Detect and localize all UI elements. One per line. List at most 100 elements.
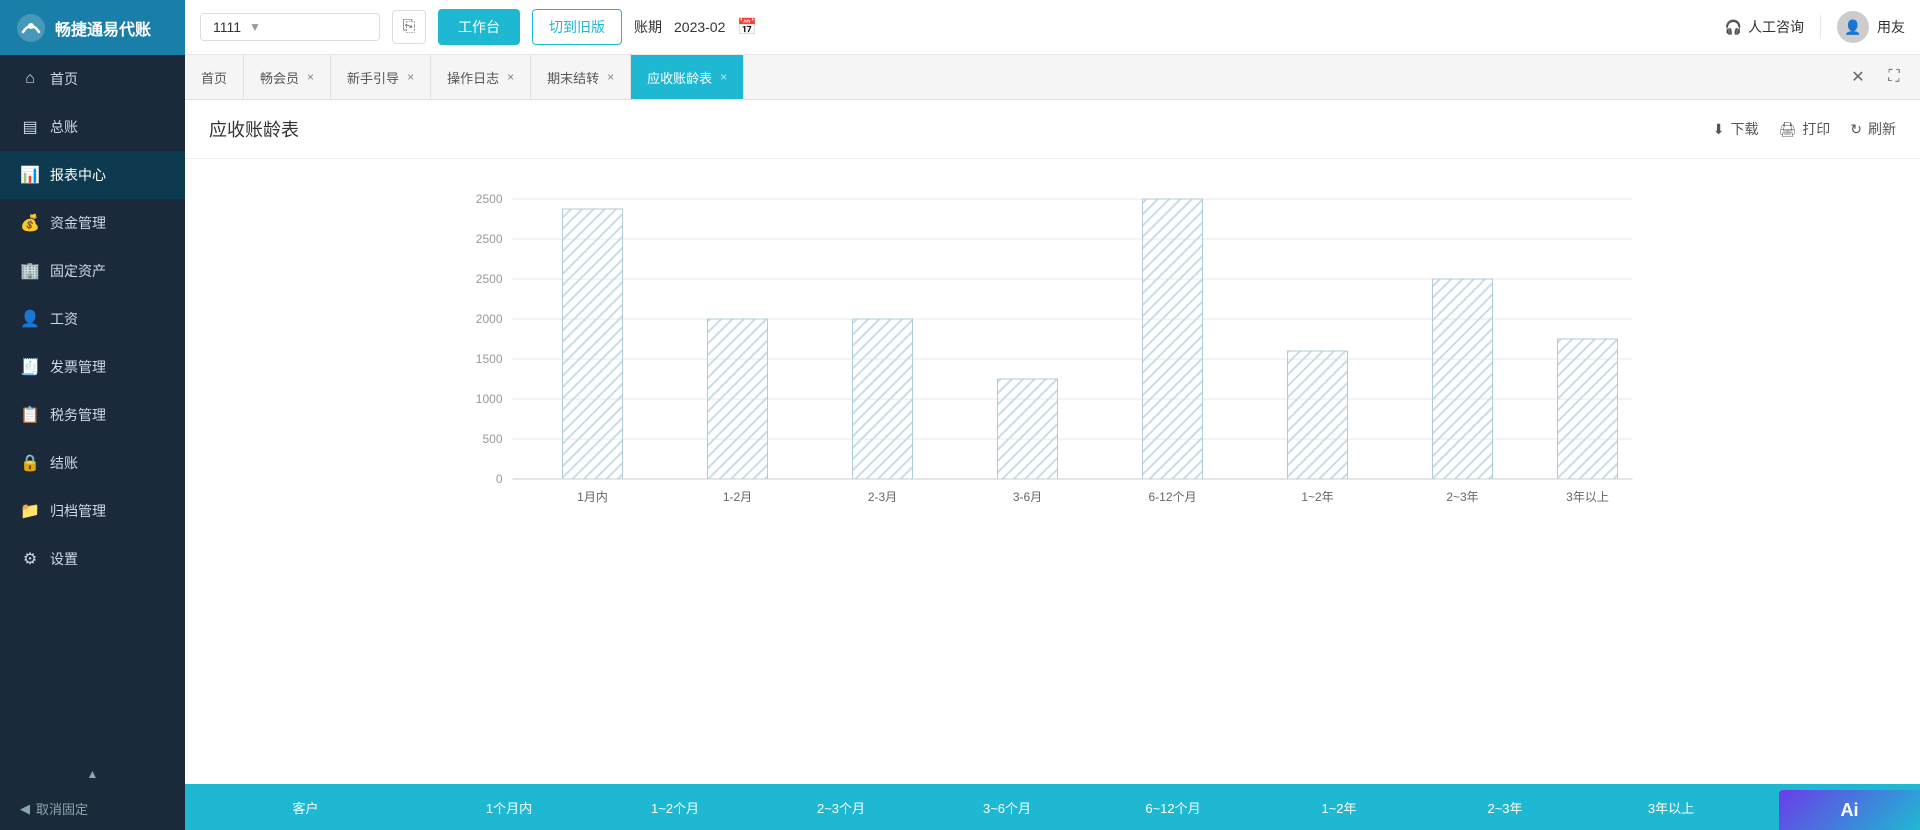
nav-label-tax: 税务管理 (50, 405, 106, 425)
header-divider (1820, 15, 1821, 39)
tab-member-label: 畅会员 (260, 68, 299, 87)
th-over3year: 3年以上 (1588, 798, 1754, 817)
tab-member[interactable]: 畅会员 × (244, 55, 331, 99)
svg-text:1000: 1000 (476, 392, 503, 406)
logo-icon (15, 12, 47, 44)
bar-7 (1433, 279, 1493, 479)
nav-item-assets[interactable]: 🏢 固定资产 (0, 247, 185, 295)
tab-guide-close[interactable]: × (407, 70, 414, 84)
refresh-icon: ↻ (1850, 121, 1862, 138)
expand-button[interactable]: ⛶ (1880, 63, 1908, 91)
svg-text:3年以上: 3年以上 (1566, 490, 1609, 504)
bar-2 (708, 319, 768, 479)
nav-item-tax[interactable]: 📋 税务管理 (0, 391, 185, 439)
svg-text:2000: 2000 (476, 312, 503, 326)
svg-text:1~2年: 1~2年 (1301, 490, 1333, 504)
download-icon: ⬇ (1713, 121, 1725, 138)
tax-icon: 📋 (20, 405, 40, 425)
refresh-button[interactable]: ↻ 刷新 (1850, 119, 1896, 139)
ai-label: Ai (1841, 800, 1859, 821)
nav-item-settings[interactable]: ⚙ 设置 (0, 535, 185, 583)
bar-3 (853, 319, 913, 479)
ai-badge[interactable]: Ai (1779, 790, 1920, 830)
svg-text:2~3年: 2~3年 (1446, 490, 1478, 504)
headphone-icon: 🎧 (1725, 19, 1742, 36)
nav-item-payroll[interactable]: 👤 工资 (0, 295, 185, 343)
nav-label-ledger: 总账 (50, 117, 78, 137)
copy-button[interactable]: ⎘ (392, 10, 426, 44)
app-name: 畅捷通易代账 (55, 16, 151, 40)
content-area: 应收账龄表 ⬇ 下载 🖨 打印 ↻ 刷新 (185, 100, 1920, 830)
svg-text:6-12个月: 6-12个月 (1148, 490, 1196, 504)
table-header: 客户 1个月内 1~2个月 2~3个月 3~6个月 6~12个月 1~2年 2~… (185, 784, 1920, 830)
calendar-icon[interactable]: 📅 (737, 17, 757, 37)
tab-period-end-close[interactable]: × (607, 70, 614, 84)
tab-guide[interactable]: 新手引导 × (331, 55, 431, 99)
company-selector[interactable]: 1111 ▼ (200, 13, 380, 41)
nav-item-funds[interactable]: 💰 资金管理 (0, 199, 185, 247)
tab-home-label: 首页 (201, 68, 227, 87)
nav-item-invoice[interactable]: 🧾 发票管理 (0, 343, 185, 391)
close-all-tabs-button[interactable]: ✕ (1844, 63, 1872, 91)
copy-icon: ⎘ (403, 18, 416, 36)
nav-item-reports[interactable]: 📊 报表中心 (0, 151, 185, 199)
nav-label-reports: 报表中心 (50, 165, 106, 185)
user-menu[interactable]: 👤 用友 (1837, 11, 1905, 43)
home-icon: ⌂ (20, 70, 40, 88)
th-2-3year: 2~3年 (1422, 798, 1588, 817)
company-name: 1111 (213, 19, 241, 35)
tab-guide-label: 新手引导 (347, 68, 399, 87)
nav-label-settings: 设置 (50, 549, 78, 569)
download-button[interactable]: ⬇ 下载 (1713, 119, 1759, 139)
funds-icon: 💰 (20, 213, 40, 233)
invoice-icon: 🧾 (20, 357, 40, 377)
tab-member-close[interactable]: × (307, 70, 314, 84)
scroll-up-button[interactable]: ▲ (0, 761, 185, 787)
th-1month: 1个月内 (426, 798, 592, 817)
tab-oplog-close[interactable]: × (507, 70, 514, 84)
page-title: 应收账龄表 (209, 116, 299, 142)
svg-text:1月内: 1月内 (577, 490, 608, 504)
svg-text:2-3月: 2-3月 (868, 490, 897, 504)
th-3-6month: 3~6个月 (924, 798, 1090, 817)
workbench-button[interactable]: 工作台 (438, 9, 520, 45)
switch-version-button[interactable]: 切到旧版 (532, 9, 622, 45)
content-header: 应收账龄表 ⬇ 下载 🖨 打印 ↻ 刷新 (185, 100, 1920, 159)
user-name: 用友 (1877, 17, 1905, 37)
tab-aging[interactable]: 应收账龄表 × (631, 55, 744, 99)
aging-chart: 2500 2500 2500 2000 1500 1000 500 0 (209, 179, 1896, 519)
nav-item-archive[interactable]: 📁 归档管理 (0, 487, 185, 535)
bar-1 (563, 209, 623, 479)
print-label: 打印 (1802, 119, 1830, 139)
top-header: 1111 ▼ ⎘ 工作台 切到旧版 账期 2023-02 📅 🎧 人工咨询 👤 … (185, 0, 1920, 55)
archive-icon: 📁 (20, 501, 40, 521)
print-icon: 🖨 (1778, 121, 1796, 138)
tab-period-end[interactable]: 期末结转 × (531, 55, 631, 99)
nav-label-home: 首页 (50, 69, 78, 89)
cancel-fixed-label: 取消固定 (36, 799, 88, 818)
th-2-3month: 2~3个月 (758, 798, 924, 817)
nav-label-payroll: 工资 (50, 309, 78, 329)
svg-text:500: 500 (482, 432, 502, 446)
nav-item-home[interactable]: ⌂ 首页 (0, 55, 185, 103)
support-label: 人工咨询 (1748, 17, 1804, 37)
cancel-fixed-button[interactable]: ◀ 取消固定 (0, 787, 185, 830)
th-1-2month: 1~2个月 (592, 798, 758, 817)
support-button[interactable]: 🎧 人工咨询 (1725, 17, 1804, 37)
th-1-2year: 1~2年 (1256, 798, 1422, 817)
tab-aging-close[interactable]: × (720, 70, 727, 84)
tab-home[interactable]: 首页 (185, 55, 244, 99)
nav-item-ledger[interactable]: ▤ 总账 (0, 103, 185, 151)
tab-oplog[interactable]: 操作日志 × (431, 55, 531, 99)
print-button[interactable]: 🖨 打印 (1778, 119, 1830, 139)
cancel-fixed-icon: ◀ (20, 801, 30, 817)
bar-5 (1143, 199, 1203, 479)
th-6-12month: 6~12个月 (1090, 798, 1256, 817)
nav-item-closing[interactable]: 🔒 结账 (0, 439, 185, 487)
bar-8 (1558, 339, 1618, 479)
svg-text:2500: 2500 (476, 232, 503, 246)
nav-label-closing: 结账 (50, 453, 78, 473)
svg-text:1-2月: 1-2月 (723, 490, 752, 504)
closing-icon: 🔒 (20, 453, 40, 473)
reports-icon: 📊 (20, 165, 40, 185)
